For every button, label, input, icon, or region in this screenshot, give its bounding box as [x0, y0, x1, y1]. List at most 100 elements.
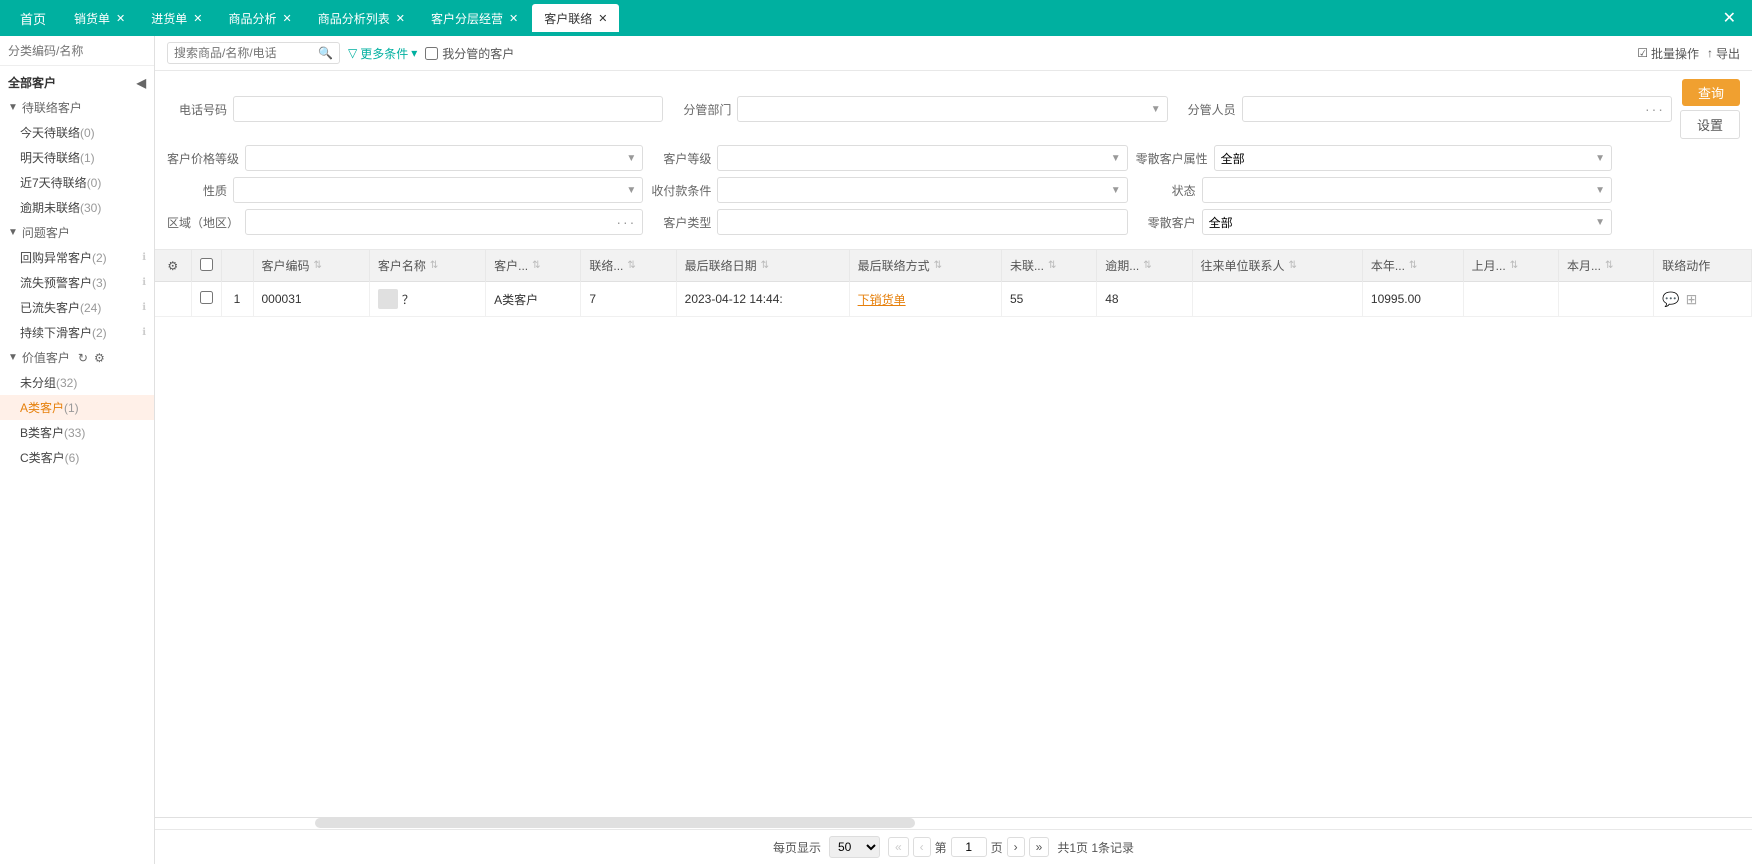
- value-group-refresh[interactable]: ↻: [78, 351, 88, 365]
- export-button[interactable]: ↑ 导出: [1707, 45, 1740, 62]
- row-action: 💬 ⊞: [1654, 282, 1752, 317]
- table-action-col: 联络动作: [1654, 250, 1752, 282]
- price-level-input[interactable]: ▼: [245, 145, 643, 171]
- table-gear-col[interactable]: ⚙: [155, 250, 191, 282]
- table-nocontact-col[interactable]: 未联...⇅: [1001, 250, 1096, 282]
- window-close-button[interactable]: ✕: [1715, 4, 1744, 32]
- filter-more-conditions[interactable]: ▽ 更多条件 ▾: [348, 45, 417, 62]
- my-customer-checkbox[interactable]: [425, 47, 438, 60]
- sidebar-item-pending[interactable]: 明天待联络(1): [0, 145, 154, 170]
- tab-close-icon[interactable]: ✕: [396, 12, 405, 25]
- table-thismonth-col[interactable]: 本月...⇅: [1558, 250, 1653, 282]
- sidebar-item-problem[interactable]: 回购异常客户(2)ℹ: [0, 245, 154, 270]
- filter-settings-button[interactable]: 设置: [1680, 110, 1740, 139]
- table-thisyear-col[interactable]: 本年...⇅: [1362, 250, 1463, 282]
- all-customers-label[interactable]: 全部客户: [8, 74, 56, 91]
- price-level-arrow: ▼: [626, 153, 636, 164]
- first-page-button[interactable]: «: [888, 837, 909, 857]
- payment-input[interactable]: ▼: [717, 177, 1127, 203]
- manager-input[interactable]: ···: [1242, 96, 1672, 122]
- info-icon: ℹ: [142, 302, 146, 313]
- tab-close-icon[interactable]: ✕: [283, 12, 292, 25]
- sidebar-item-value[interactable]: 未分组(32): [0, 370, 154, 395]
- sidebar-item-problem[interactable]: 已流失客户(24)ℹ: [0, 295, 154, 320]
- sidebar-item-value[interactable]: B类客户(33): [0, 420, 154, 445]
- table-lastmonth-col[interactable]: 上月...⇅: [1463, 250, 1558, 282]
- nav-tab-商品分析列表[interactable]: 商品分析列表✕: [306, 4, 417, 32]
- filter-search-input[interactable]: [174, 46, 314, 60]
- sidebar-group-value[interactable]: ▼ 价值客户 ↻ ⚙: [0, 345, 154, 370]
- nav-tab-进货单[interactable]: 进货单✕: [139, 4, 214, 32]
- lastmonth-sort-icon: ⇅: [1510, 260, 1518, 271]
- nature-label: 性质: [167, 182, 227, 199]
- table-code-col[interactable]: 客户编码⇅: [253, 250, 369, 282]
- type-sort-icon: ⇅: [532, 260, 540, 271]
- all-customers-header: 全部客户 ◀: [0, 66, 154, 95]
- nature-input[interactable]: ▼: [233, 177, 643, 203]
- sidebar-item-count: (32): [56, 376, 77, 390]
- row-checkbox[interactable]: [191, 282, 221, 317]
- my-customer-filter[interactable]: 我分管的客户: [425, 45, 514, 62]
- table-lastdate-col[interactable]: 最后联络日期⇅: [676, 250, 849, 282]
- filter-search-icon[interactable]: 🔍: [318, 46, 333, 60]
- area-input[interactable]: ···: [245, 209, 643, 235]
- query-button[interactable]: 查询: [1682, 79, 1740, 106]
- nav-tab-销货单[interactable]: 销货单✕: [62, 4, 137, 32]
- last-method-link[interactable]: 下销货单: [858, 293, 906, 307]
- table-unit-col[interactable]: 往来单位联系人⇅: [1192, 250, 1362, 282]
- manager-dots: ···: [1645, 101, 1665, 117]
- sidebar-collapse-icon[interactable]: ◀: [137, 76, 146, 90]
- tab-close-icon[interactable]: ✕: [509, 12, 518, 25]
- status-input[interactable]: ▼: [1202, 177, 1612, 203]
- customer-level-input[interactable]: ▼: [717, 145, 1127, 171]
- nav-tab-客户联络[interactable]: 客户联络✕: [532, 4, 619, 32]
- sidebar-item-pending[interactable]: 今天待联络(0): [0, 120, 154, 145]
- nav-tab-商品分析[interactable]: 商品分析✕: [216, 4, 303, 32]
- row-last-method[interactable]: 下销货单: [849, 282, 1001, 317]
- nav-tabs: 销货单✕进货单✕商品分析✕商品分析列表✕客户分层经营✕客户联络✕: [62, 4, 619, 32]
- sidebar-item-label: 未分组(32): [20, 374, 77, 391]
- action-chat-icon[interactable]: 💬: [1662, 291, 1679, 308]
- sidebar-item-value[interactable]: A类客户(1): [0, 395, 154, 420]
- dept-input[interactable]: ▼: [737, 96, 1167, 122]
- sidebar-item-value[interactable]: C类客户(6): [0, 445, 154, 470]
- pending-group-label: 待联络客户: [22, 99, 82, 116]
- row-select-checkbox[interactable]: [200, 291, 213, 304]
- tab-close-icon[interactable]: ✕: [116, 12, 125, 25]
- sidebar-item-problem[interactable]: 流失预警客户(3)ℹ: [0, 270, 154, 295]
- nav-home[interactable]: 首页: [8, 9, 58, 28]
- table-overdue-col[interactable]: 逾期...⇅: [1097, 250, 1192, 282]
- table-contact-col[interactable]: 联络...⇅: [581, 250, 676, 282]
- sidebar-item-count: (0): [80, 126, 95, 140]
- filter-row-2: 客户价格等级 ▼ 客户等级 ▼ 零散客户属性 全部 ▼: [167, 145, 1740, 171]
- customer-type-input[interactable]: [717, 209, 1127, 235]
- last-page-button[interactable]: »: [1029, 837, 1050, 857]
- sidebar-search-input[interactable]: [8, 44, 155, 58]
- next-page-button[interactable]: ›: [1007, 837, 1025, 857]
- sidebar-item-count: (6): [65, 451, 80, 465]
- prev-page-button[interactable]: ‹: [913, 837, 931, 857]
- tab-close-icon[interactable]: ✕: [193, 12, 202, 25]
- sidebar-item-problem[interactable]: 持续下滑客户(2)ℹ: [0, 320, 154, 345]
- batch-operation-button[interactable]: ☑ 批量操作: [1637, 45, 1699, 62]
- table-name-col[interactable]: 客户名称⇅: [369, 250, 485, 282]
- sidebar-item-label: 回购异常客户(2): [20, 249, 107, 266]
- sidebar-item-pending[interactable]: 近7天待联络(0): [0, 170, 154, 195]
- sidebar-group-problem[interactable]: ▼ 问题客户: [0, 220, 154, 245]
- table-lastmethod-col[interactable]: 最后联络方式⇅: [849, 250, 1001, 282]
- select-all-checkbox[interactable]: [200, 258, 213, 271]
- page-number-input[interactable]: [951, 837, 987, 857]
- retail-attr-input[interactable]: 全部 ▼: [1214, 145, 1612, 171]
- sidebar-item-pending[interactable]: 逾期未联络(30): [0, 195, 154, 220]
- sidebar-group-pending[interactable]: ▼ 待联络客户: [0, 95, 154, 120]
- tab-close-icon[interactable]: ✕: [598, 12, 607, 25]
- retail-customer-input[interactable]: 全部 ▼: [1202, 209, 1612, 235]
- payment-field: 收付款条件 ▼: [651, 177, 1127, 203]
- table-type-col[interactable]: 客户...⇅: [486, 250, 581, 282]
- value-group-settings[interactable]: ⚙: [94, 351, 105, 365]
- per-page-select[interactable]: 50 100 200: [829, 836, 880, 858]
- action-grid-icon[interactable]: ⊞: [1686, 291, 1698, 308]
- nav-tab-客户分层经营[interactable]: 客户分层经营✕: [419, 4, 530, 32]
- horizontal-scrollbar[interactable]: [155, 817, 1752, 829]
- phone-input[interactable]: [233, 96, 663, 122]
